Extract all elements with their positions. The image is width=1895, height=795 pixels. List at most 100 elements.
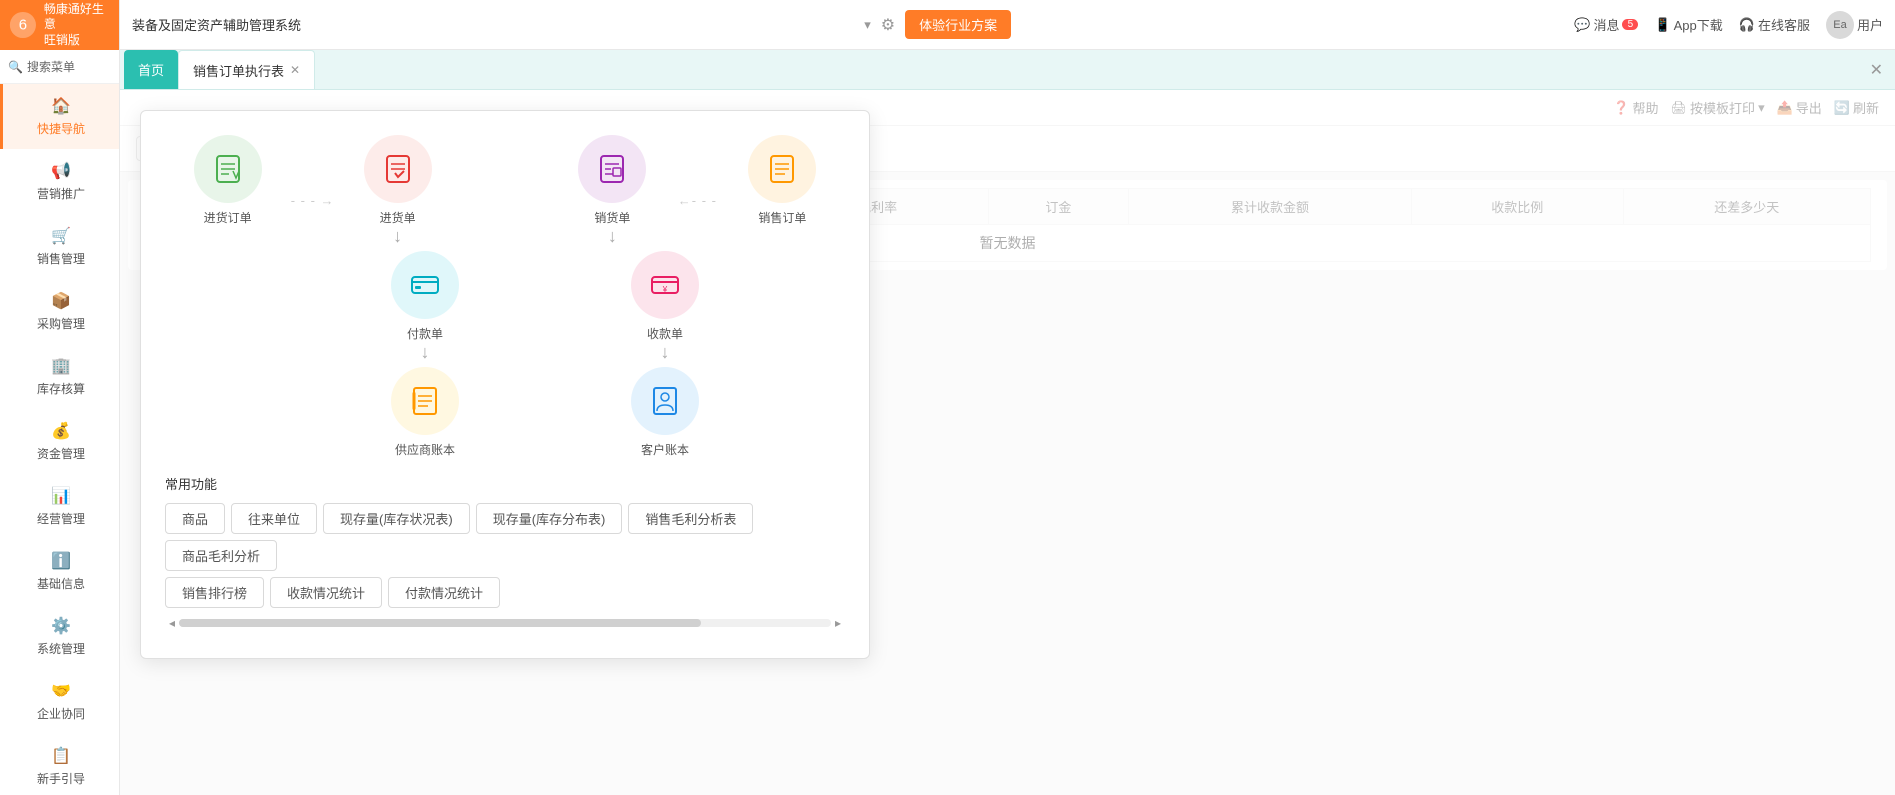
online-service-action[interactable]: 🎧 在线客服 xyxy=(1739,15,1810,34)
payment-bill-label: 付款单 xyxy=(407,325,443,342)
user-label: 用户 xyxy=(1857,15,1883,34)
message-action[interactable]: 💬 消息 5 xyxy=(1574,15,1638,34)
sidebar-item-guide[interactable]: 📋 新手引导 xyxy=(0,734,119,795)
sidebar-item-manage[interactable]: 📊 经营管理 xyxy=(0,474,119,539)
purchase-icon: 📦 xyxy=(51,291,71,311)
tab-sales-orders[interactable]: 销售订单执行表 ✕ xyxy=(178,50,315,89)
func-btn-partners[interactable]: 往来单位 xyxy=(231,503,317,534)
trial-btn[interactable]: 体验行业方案 xyxy=(905,10,1011,39)
sidebar-item-label: 销售管理 xyxy=(37,250,85,267)
sidebar-logo: 6 畅康通好生意 旺销版 xyxy=(0,0,119,50)
svg-text:¥: ¥ xyxy=(662,285,668,294)
logo-icon: 6 xyxy=(8,9,38,41)
sidebar: 6 畅康通好生意 旺销版 🔍 搜索菜单 🏠 快捷导航 📢 营销推广 🛒 销售管理 xyxy=(0,0,120,795)
func-btn-product[interactable]: 商品 xyxy=(165,503,225,534)
topbar-actions: 💬 消息 5 📱 App下载 🎧 在线客服 Ea 用户 xyxy=(1574,11,1883,39)
flow-node-customer-ledger[interactable]: 客户账本 xyxy=(631,367,699,458)
sales-order-label: 销售订单 xyxy=(758,209,806,226)
tab-sales-orders-label: 销售订单执行表 xyxy=(193,61,284,80)
cart-icon: 🛒 xyxy=(51,226,71,246)
user-action[interactable]: Ea 用户 xyxy=(1826,11,1883,39)
arrow-purchase-order-to-bill: - - - → xyxy=(291,193,335,208)
search-icon: 🔍 xyxy=(8,60,23,74)
guide-icon: 📋 xyxy=(51,746,71,766)
sidebar-item-quick-nav[interactable]: 🏠 快捷导航 xyxy=(0,84,119,149)
scroll-bar: ◂ ▸ xyxy=(165,612,845,634)
flow-node-payment-bill[interactable]: 付款单 xyxy=(391,251,459,342)
supplier-ledger-icon xyxy=(391,367,459,435)
online-service-label: 在线客服 xyxy=(1758,15,1810,34)
sidebar-item-marketing[interactable]: 📢 营销推广 xyxy=(0,149,119,214)
app-download-action[interactable]: 📱 App下载 xyxy=(1654,15,1722,34)
purchase-order-label: 进货订单 xyxy=(204,209,252,226)
func-btn-sales-gross[interactable]: 销售毛利分析表 xyxy=(628,503,753,534)
tab-close-icon[interactable]: ✕ xyxy=(290,63,300,77)
sidebar-search[interactable]: 🔍 搜索菜单 xyxy=(0,50,119,84)
func-btn-receipt-stats[interactable]: 收款情况统计 xyxy=(270,577,382,608)
avatar: Ea xyxy=(1826,11,1854,39)
sidebar-item-label: 企业协同 xyxy=(37,705,85,722)
func-btn-product-gross[interactable]: 商品毛利分析 xyxy=(165,540,277,571)
tab-close-all-icon[interactable]: ✕ xyxy=(1858,60,1895,80)
settings-icon[interactable]: ⚙ xyxy=(881,15,895,35)
sidebar-item-purchase[interactable]: 📦 采购管理 xyxy=(0,279,119,344)
system-icon: ⚙️ xyxy=(51,616,71,636)
scroll-track[interactable] xyxy=(179,619,831,627)
flow-node-receipt-bill[interactable]: ¥ 收款单 xyxy=(631,251,699,342)
message-badge: 5 xyxy=(1622,19,1638,30)
flow-node-purchase-bill[interactable]: 进货单 xyxy=(364,135,432,226)
sidebar-item-funds[interactable]: 💰 资金管理 xyxy=(0,409,119,474)
funds-icon: 💰 xyxy=(51,421,71,441)
arrow-sales-order-to-bill: ←- - - xyxy=(678,193,717,208)
tab-home-label: 首页 xyxy=(138,60,164,79)
sidebar-item-system[interactable]: ⚙️ 系统管理 xyxy=(0,604,119,669)
func-btn-sales-rank[interactable]: 销售排行榜 xyxy=(165,577,264,608)
sales-bill-label: 销货单 xyxy=(594,209,630,226)
dropdown-icon[interactable]: ▾ xyxy=(864,17,871,33)
flow-node-supplier-ledger[interactable]: 供应商账本 xyxy=(391,367,459,458)
service-icon: 🎧 xyxy=(1739,17,1755,33)
flow-node-purchase-order[interactable]: 进货订单 xyxy=(194,135,262,226)
func-btns: 商品 往来单位 现存量(库存状况表) 现存量(库存分布表) 销售毛利分析表 商品… xyxy=(165,503,845,571)
sidebar-item-label: 采购管理 xyxy=(37,315,85,332)
sidebar-item-label: 资金管理 xyxy=(37,445,85,462)
scroll-right-arrow[interactable]: ▸ xyxy=(831,616,845,630)
func-btn-stock-dist[interactable]: 现存量(库存分布表) xyxy=(476,503,623,534)
app-download-label: App下载 xyxy=(1674,15,1723,34)
flow-node-sales-bill[interactable]: 销货单 xyxy=(578,135,646,226)
collab-icon: 🤝 xyxy=(51,681,71,701)
sidebar-item-label: 经营管理 xyxy=(37,510,85,527)
tab-home[interactable]: 首页 xyxy=(124,50,178,89)
app-icon: 📱 xyxy=(1654,17,1670,33)
flow-node-sales-order[interactable]: 销售订单 xyxy=(748,135,816,226)
tabbar: 首页 销售订单执行表 ✕ ✕ xyxy=(120,50,1895,90)
manage-icon: 📊 xyxy=(51,486,71,506)
arrow-down-sales-bill: ↓ xyxy=(608,226,617,247)
receipt-bill-icon: ¥ xyxy=(631,251,699,319)
purchase-bill-label: 进货单 xyxy=(380,209,416,226)
sidebar-item-label: 库存核算 xyxy=(37,380,85,397)
scroll-thumb[interactable] xyxy=(179,619,701,627)
sidebar-item-sales[interactable]: 🛒 销售管理 xyxy=(0,214,119,279)
scroll-left-arrow[interactable]: ◂ xyxy=(165,616,179,630)
supplier-ledger-label: 供应商账本 xyxy=(395,441,455,458)
arrow-down-receipt: ↓ xyxy=(661,342,670,363)
purchase-bill-icon xyxy=(364,135,432,203)
func-btn-payment-stats[interactable]: 付款情况统计 xyxy=(388,577,500,608)
customer-ledger-icon xyxy=(631,367,699,435)
search-label: 搜索菜单 xyxy=(27,58,75,75)
func-btn-stock-status[interactable]: 现存量(库存状况表) xyxy=(323,503,470,534)
sidebar-item-label: 营销推广 xyxy=(37,185,85,202)
sidebar-item-collab[interactable]: 🤝 企业协同 xyxy=(0,669,119,734)
purchase-order-icon xyxy=(194,135,262,203)
logo-text: 畅康通好生意 旺销版 xyxy=(44,2,111,49)
sidebar-item-baseinfo[interactable]: ℹ️ 基础信息 xyxy=(0,539,119,604)
sidebar-nav: 🏠 快捷导航 📢 营销推广 🛒 销售管理 📦 采购管理 🏢 库存核算 💰 xyxy=(0,84,119,795)
sidebar-item-label: 基础信息 xyxy=(37,575,85,592)
svg-text:6: 6 xyxy=(19,17,27,34)
main-area: 装备及固定资产辅助管理系统 ▾ ⚙ 体验行业方案 💬 消息 5 📱 App下载 … xyxy=(120,0,1895,795)
sidebar-item-warehouse[interactable]: 🏢 库存核算 xyxy=(0,344,119,409)
megaphone-icon: 📢 xyxy=(51,161,71,181)
receipt-bill-label: 收款单 xyxy=(647,325,683,342)
customer-ledger-label: 客户账本 xyxy=(641,441,689,458)
